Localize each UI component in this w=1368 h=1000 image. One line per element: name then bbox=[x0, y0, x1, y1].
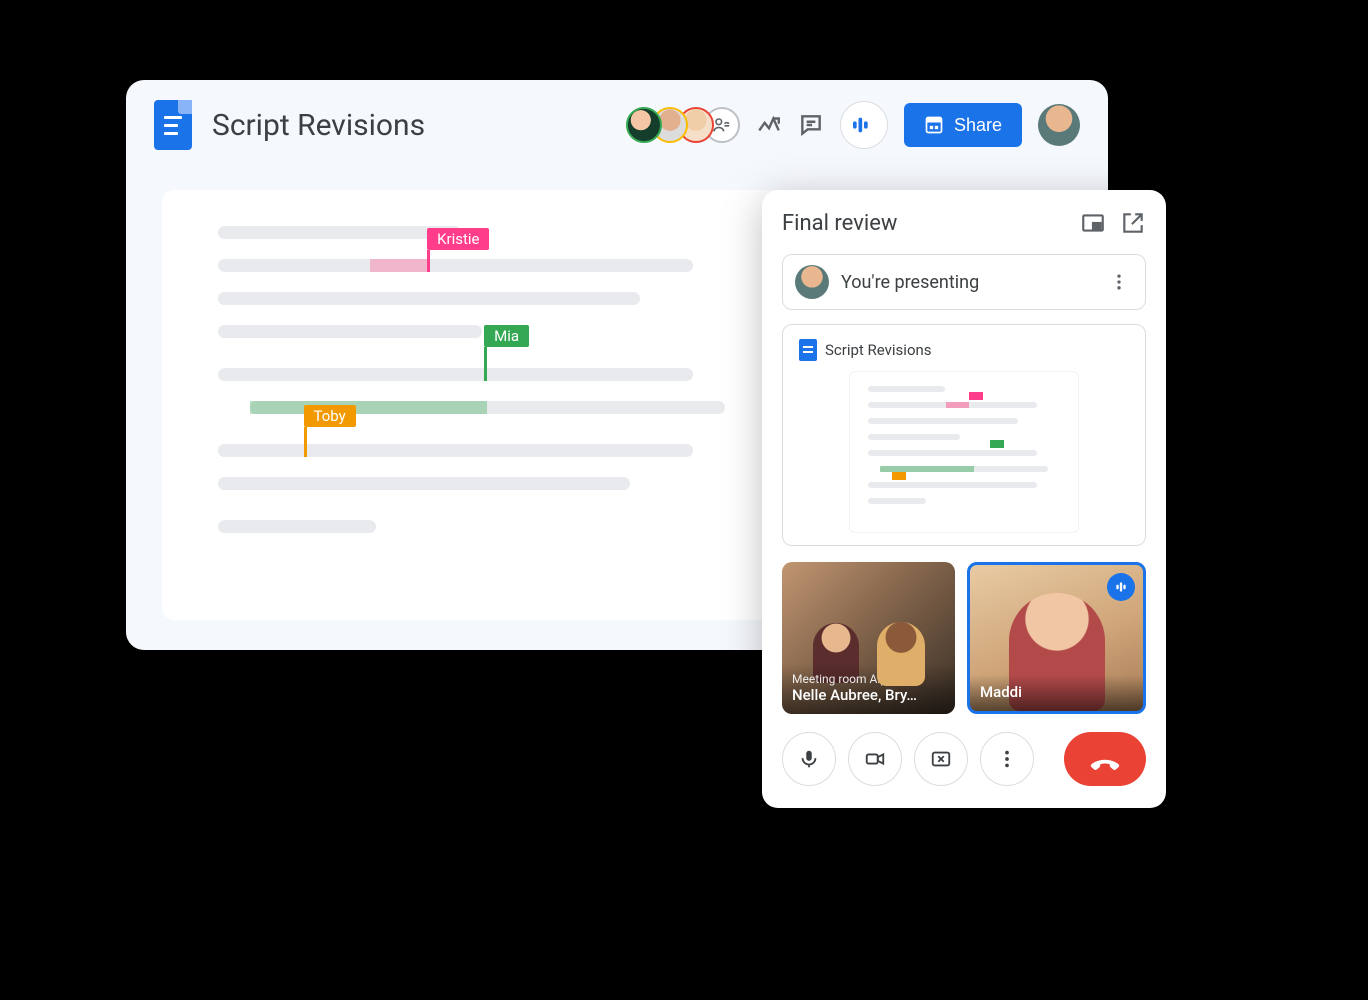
tile-room-label: Meeting room Alpha bbox=[792, 672, 945, 686]
picture-in-picture-icon[interactable] bbox=[1080, 210, 1106, 236]
participant-tile-room[interactable]: Meeting room Alpha Nelle Aubree, Bry… bbox=[782, 562, 955, 714]
comments-icon[interactable] bbox=[798, 112, 824, 138]
doc-text-line bbox=[218, 292, 640, 305]
document-page[interactable]: Kristie Mia Toby bbox=[162, 190, 802, 620]
docs-header: Script Revisions bbox=[126, 80, 1108, 168]
doc-text-line bbox=[218, 226, 461, 239]
share-button[interactable]: Share bbox=[904, 103, 1022, 147]
document-title[interactable]: Script Revisions bbox=[212, 108, 626, 143]
presenter-avatar bbox=[795, 265, 829, 299]
header-actions: Share bbox=[626, 101, 1080, 149]
speaking-indicator-icon bbox=[1107, 573, 1135, 601]
collab-cursor-label: Toby bbox=[304, 405, 356, 427]
doc-text-line bbox=[218, 325, 482, 338]
docs-mini-icon bbox=[799, 339, 817, 361]
share-lock-icon bbox=[924, 115, 944, 135]
collab-cursor-label: Kristie bbox=[427, 228, 489, 250]
account-avatar[interactable] bbox=[1038, 104, 1080, 146]
video-icon bbox=[864, 748, 886, 770]
participant-tiles: Meeting room Alpha Nelle Aubree, Bry… Ma… bbox=[782, 562, 1146, 714]
presence-avatar[interactable] bbox=[626, 107, 662, 143]
more-vertical-icon bbox=[996, 748, 1018, 770]
mute-button[interactable] bbox=[782, 732, 836, 786]
collab-cursor-label: Mia bbox=[484, 325, 529, 347]
pop-out-icon[interactable] bbox=[1120, 210, 1146, 236]
doc-text-line bbox=[218, 477, 630, 490]
stop-presenting-button[interactable] bbox=[914, 732, 968, 786]
hang-up-button[interactable] bbox=[1064, 732, 1146, 786]
tile-participant-name: Maddi bbox=[980, 683, 1133, 701]
docs-app-icon bbox=[154, 100, 192, 150]
meet-controls bbox=[782, 732, 1146, 786]
more-options-button[interactable] bbox=[980, 732, 1034, 786]
share-button-label: Share bbox=[954, 115, 1002, 136]
preview-thumbnail bbox=[849, 371, 1079, 533]
participant-tile-speaker[interactable]: Maddi bbox=[967, 562, 1146, 714]
doc-text-line: Toby bbox=[218, 444, 693, 457]
preview-doc-title: Script Revisions bbox=[825, 341, 932, 359]
meet-panel: Final review You're presenting Script Re… bbox=[762, 190, 1166, 808]
meet-panel-header: Final review bbox=[782, 210, 1146, 236]
microphone-icon bbox=[798, 748, 820, 770]
presentation-preview-card[interactable]: Script Revisions bbox=[782, 324, 1146, 546]
doc-text-line bbox=[218, 520, 376, 533]
phone-hangup-icon bbox=[1087, 741, 1123, 777]
presenting-status-card: You're presenting bbox=[782, 254, 1146, 310]
doc-text-line: Kristie bbox=[218, 259, 693, 272]
present-stop-icon bbox=[930, 748, 952, 770]
camera-button[interactable] bbox=[848, 732, 902, 786]
meeting-title: Final review bbox=[782, 211, 1066, 236]
meet-in-docs-button[interactable] bbox=[840, 101, 888, 149]
activity-icon[interactable] bbox=[756, 112, 782, 138]
tile-room-people: Nelle Aubree, Bry… bbox=[792, 686, 945, 704]
doc-text-line: Mia bbox=[218, 368, 693, 381]
presence-avatars[interactable] bbox=[626, 107, 740, 143]
presenting-status-text: You're presenting bbox=[841, 272, 1093, 293]
presenting-more-icon[interactable] bbox=[1105, 268, 1133, 296]
